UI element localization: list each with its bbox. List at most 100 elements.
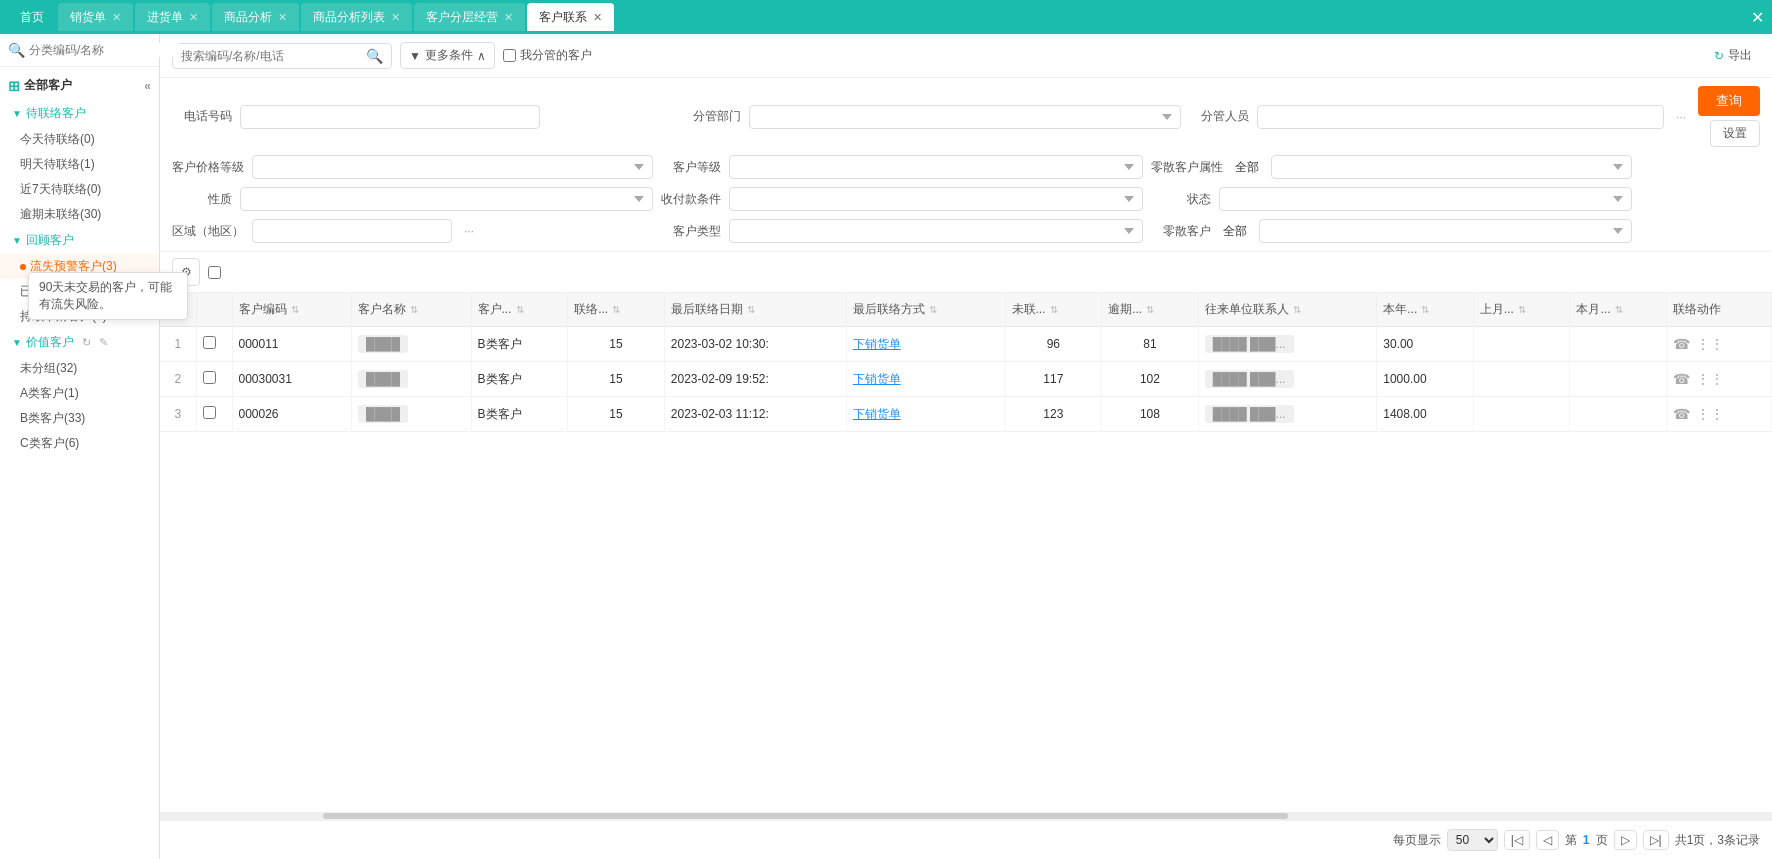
sidebar-item-today[interactable]: 今天待联络(0): [0, 127, 159, 152]
tab-bar-close-all[interactable]: ✕: [1751, 8, 1764, 27]
col-contact-person[interactable]: 往来单位联系人⇅: [1198, 293, 1376, 327]
col-last-month[interactable]: 上月...⇅: [1473, 293, 1570, 327]
sidebar-search-input[interactable]: [29, 43, 179, 57]
level-select[interactable]: [729, 155, 1142, 179]
scrollbar-thumb: [323, 813, 1288, 819]
table-area[interactable]: 客户编码⇅ 客户名称⇅ 客户...⇅ 联络...⇅ 最后联络日期⇅ 最后联络方式…: [160, 293, 1772, 812]
tab-sales[interactable]: 销货单 ✕: [58, 3, 133, 31]
col-contact[interactable]: 联络...⇅: [568, 293, 665, 327]
tooltip-churn-warning: 90天未交易的客户，可能有流失风险。: [28, 272, 159, 320]
action-more-icon[interactable]: ⋮⋮: [1696, 406, 1724, 422]
search-input[interactable]: [181, 49, 362, 63]
region-input[interactable]: [252, 219, 452, 243]
first-page-btn[interactable]: |◁: [1504, 830, 1530, 850]
last-page-btn[interactable]: ▷|: [1643, 830, 1669, 850]
tab-sales-close[interactable]: ✕: [112, 11, 121, 24]
row-type-1: B类客户: [471, 362, 568, 397]
tab-purchase[interactable]: 进货单 ✕: [135, 3, 210, 31]
sidebar-group-value-title[interactable]: ▼ 价值客户 ↻ ✎: [0, 329, 159, 356]
row-checkbox-1[interactable]: [196, 362, 232, 397]
sidebar-item-7days[interactable]: 近7天待联络(0): [0, 177, 159, 202]
col-name[interactable]: 客户名称⇅: [352, 293, 472, 327]
tab-product-analysis-close[interactable]: ✕: [278, 11, 287, 24]
person-input[interactable]: [1257, 105, 1664, 129]
action-more-icon[interactable]: ⋮⋮: [1696, 371, 1724, 387]
more-conditions-btn[interactable]: ▼ 更多条件 ∧: [400, 42, 495, 69]
row-this-month-1: [1570, 362, 1667, 397]
sidebar-item-class-a[interactable]: A类客户(1): [0, 381, 159, 406]
sidebar-item-tomorrow[interactable]: 明天待联络(1): [0, 152, 159, 177]
action-contact-icon[interactable]: ☎: [1673, 336, 1690, 352]
row-method-0[interactable]: 下销货单: [846, 327, 1005, 362]
col-this-year[interactable]: 本年...⇅: [1377, 293, 1474, 327]
sidebar-all-customers[interactable]: ⊞ 全部客户 «: [0, 71, 159, 100]
col-type[interactable]: 客户...⇅: [471, 293, 568, 327]
edit-icon[interactable]: ✎: [99, 336, 108, 349]
sidebar-item-ungroup[interactable]: 未分组(32): [0, 356, 159, 381]
action-more-icon[interactable]: ⋮⋮: [1696, 336, 1724, 352]
nature-select[interactable]: [240, 187, 653, 211]
row-method-1[interactable]: 下销货单: [846, 362, 1005, 397]
tab-product-analysis-list[interactable]: 商品分析列表 ✕: [301, 3, 412, 31]
retail-attr-select[interactable]: [1271, 155, 1632, 179]
person-dots[interactable]: ···: [1672, 110, 1690, 124]
next-page-btn[interactable]: ▷: [1614, 830, 1637, 850]
filter-field-region: 区域（地区） ···: [172, 219, 653, 243]
col-last-date[interactable]: 最后联络日期⇅: [664, 293, 846, 327]
refresh-icon[interactable]: ↻: [82, 336, 91, 349]
col-uncontacted[interactable]: 未联...⇅: [1005, 293, 1102, 327]
prev-page-btn[interactable]: ◁: [1536, 830, 1559, 850]
horizontal-scrollbar[interactable]: [160, 812, 1772, 820]
tab-product-analysis-list-close[interactable]: ✕: [391, 11, 400, 24]
retail-customer-select[interactable]: [1259, 219, 1632, 243]
payment-select[interactable]: [729, 187, 1142, 211]
sidebar-item-overdue[interactable]: 逾期未联络(30): [0, 202, 159, 227]
row-checkbox-2[interactable]: [196, 397, 232, 432]
filter-field-phone: 电话号码: [172, 105, 673, 129]
sidebar-collapse-btn[interactable]: «: [144, 79, 151, 93]
page-label: 第: [1565, 832, 1577, 849]
row-method-2[interactable]: 下销货单: [846, 397, 1005, 432]
tab-product-analysis[interactable]: 商品分析 ✕: [212, 3, 299, 31]
filter-field-level: 客户等级: [661, 155, 1142, 179]
dept-select[interactable]: [749, 105, 1182, 129]
sidebar-group-pending-title[interactable]: ▼ 待联络客户: [0, 100, 159, 127]
query-button[interactable]: 查询: [1698, 86, 1760, 116]
col-this-month[interactable]: 本月...⇅: [1570, 293, 1667, 327]
tab-customer-contact[interactable]: 客户联系 ✕: [527, 3, 614, 31]
sidebar-group-review-title[interactable]: ▼ 回顾客户: [0, 227, 159, 254]
export-btn[interactable]: ↻ 导出: [1706, 43, 1760, 68]
adv-filter-row-2: 客户价格等级 客户等级 零散客户属性 全部: [172, 155, 1760, 179]
action-contact-icon[interactable]: ☎: [1673, 371, 1690, 387]
region-dots[interactable]: ···: [460, 224, 478, 238]
sidebar-item-class-c[interactable]: C类客户(6): [0, 431, 159, 456]
filter-field-customer-type: 客户类型: [661, 219, 1142, 243]
my-customers-checkbox[interactable]: [503, 49, 516, 62]
filter-field-payment: 收付款条件: [661, 187, 1142, 211]
select-all-checkbox[interactable]: [208, 266, 221, 279]
row-actions-1[interactable]: ☎ ⋮⋮: [1667, 362, 1772, 397]
row-actions-0[interactable]: ☎ ⋮⋮: [1667, 327, 1772, 362]
phone-input[interactable]: [240, 105, 540, 129]
row-checkbox-0[interactable]: [196, 327, 232, 362]
tab-purchase-close[interactable]: ✕: [189, 11, 198, 24]
row-actions-2[interactable]: ☎ ⋮⋮: [1667, 397, 1772, 432]
tab-customer-segment[interactable]: 客户分层经营 ✕: [414, 3, 525, 31]
page-num: 1: [1583, 833, 1590, 847]
tab-customer-contact-close[interactable]: ✕: [593, 11, 602, 24]
settings-button[interactable]: 设置: [1710, 120, 1760, 147]
row-overdue-0: 81: [1102, 327, 1199, 362]
customer-type-select[interactable]: [729, 219, 1142, 243]
price-level-select[interactable]: [252, 155, 653, 179]
sidebar-item-ungroup-label: 未分组(32): [20, 360, 77, 377]
per-page-select[interactable]: 50 100: [1447, 829, 1498, 851]
col-code[interactable]: 客户编码⇅: [232, 293, 352, 327]
action-contact-icon[interactable]: ☎: [1673, 406, 1690, 422]
status-select[interactable]: [1219, 187, 1632, 211]
tab-home[interactable]: 首页: [8, 3, 56, 31]
sidebar-item-class-b[interactable]: B类客户(33): [0, 406, 159, 431]
col-overdue[interactable]: 逾期...⇅: [1102, 293, 1199, 327]
col-last-method[interactable]: 最后联络方式⇅: [846, 293, 1005, 327]
adv-filter-row-3: 性质 收付款条件 状态: [172, 187, 1760, 211]
tab-customer-segment-close[interactable]: ✕: [504, 11, 513, 24]
